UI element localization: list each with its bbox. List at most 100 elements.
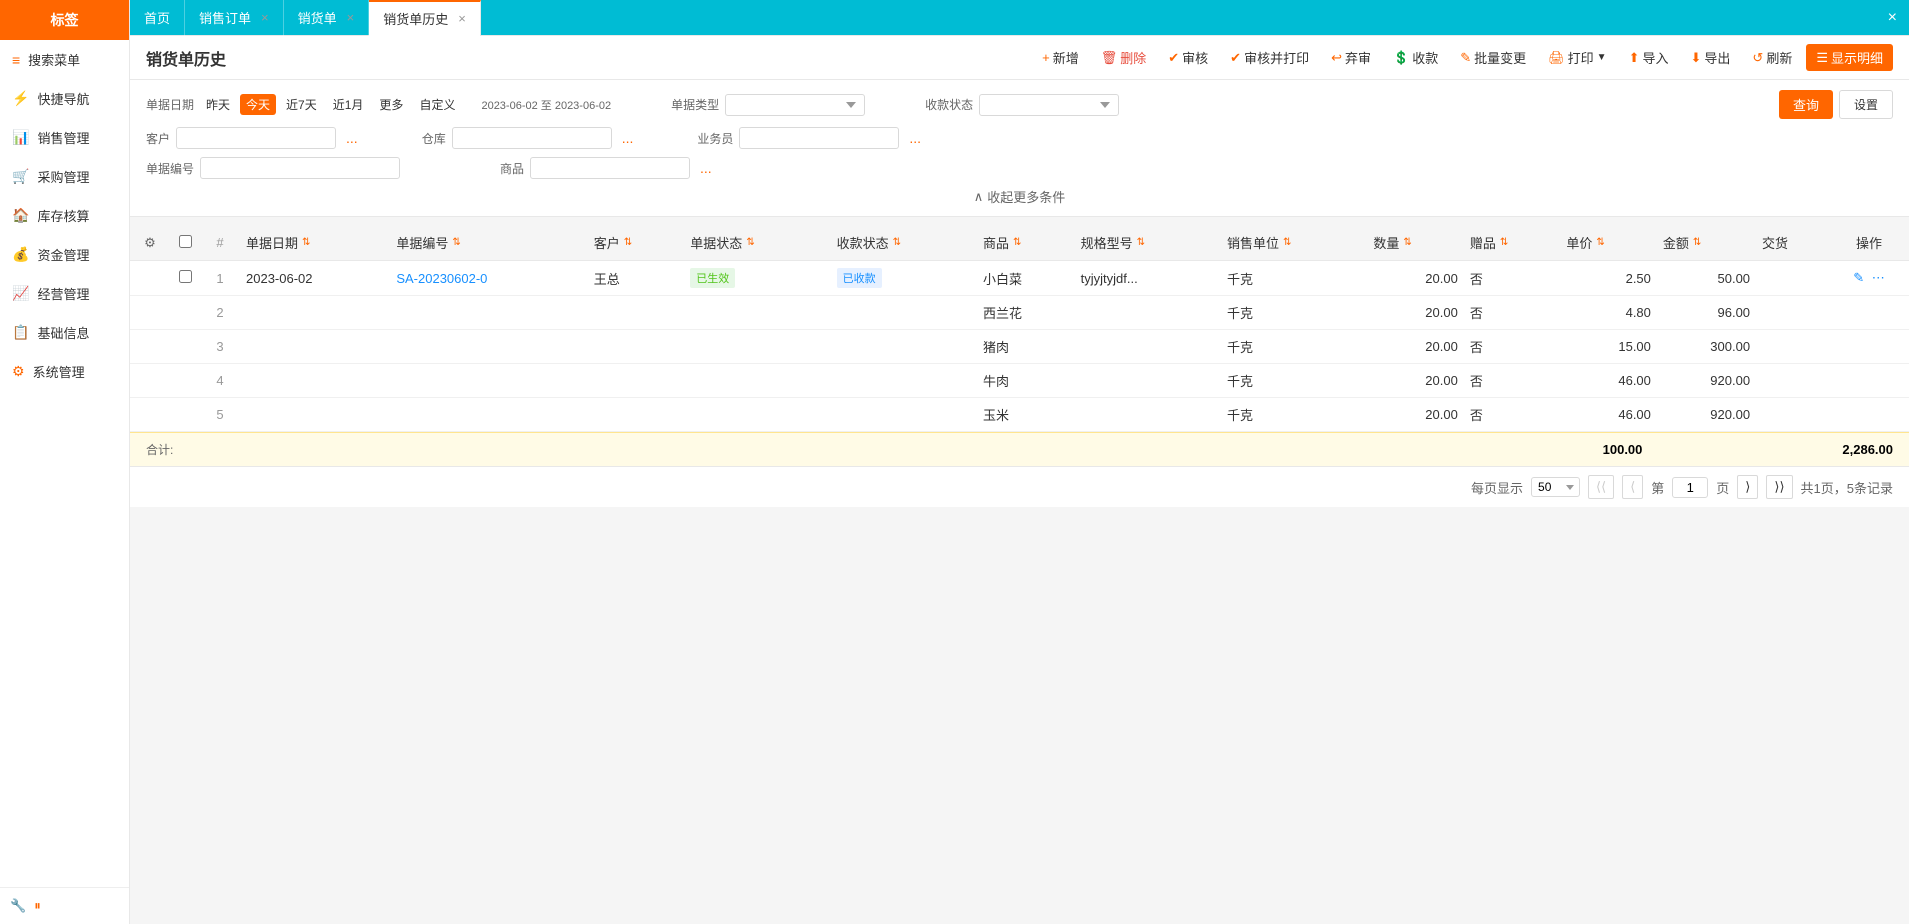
row3-spec: [1075, 330, 1221, 364]
sidebar-item-label: 快捷导航: [37, 89, 89, 108]
delete-button[interactable]: 🗑 删除: [1093, 44, 1155, 71]
row4-customer: [588, 364, 685, 398]
tab-sales-goods-close[interactable]: ×: [347, 10, 355, 25]
print-button[interactable]: 🖨 打印 ▼: [1540, 44, 1614, 71]
th-quantity[interactable]: 数量 ⇅: [1367, 225, 1464, 261]
th-settings[interactable]: ⚙: [130, 225, 170, 261]
sidebar-item-purchase-mgmt[interactable]: 🛒 采购管理: [0, 157, 129, 196]
settings-icon[interactable]: ⚙: [144, 235, 156, 250]
sidebar-item-search-menu[interactable]: ≡ 搜索菜单: [0, 40, 129, 79]
abandon-button[interactable]: ↩ 弃审: [1323, 44, 1379, 71]
select-all-checkbox[interactable]: [179, 235, 192, 248]
sidebar-item-sales-mgmt[interactable]: 📊 销售管理: [0, 118, 129, 157]
page-header: 销货单历史 + 新增 🗑 删除 ✔ 审核 ✔ 审核并打印: [130, 36, 1909, 80]
row1-more-btn[interactable]: ⋯: [1872, 270, 1885, 285]
employee-input[interactable]: [739, 127, 899, 149]
date-pill-1month[interactable]: 近1月: [327, 94, 370, 115]
row1-docno[interactable]: SA-20230602-0: [390, 261, 587, 296]
new-button[interactable]: + 新增: [1034, 44, 1087, 71]
quick-nav-icon: ⚡: [12, 90, 29, 107]
collapse-row: ∧ 收起更多条件: [146, 187, 1893, 206]
payment-select[interactable]: [979, 94, 1119, 116]
date-pill-7days[interactable]: 近7天: [280, 94, 323, 115]
sidebar-item-label: 销售管理: [37, 128, 89, 147]
customer-input[interactable]: [176, 127, 336, 149]
tab-sales-history[interactable]: 销货单历史 ×: [369, 0, 481, 36]
audit-print-button[interactable]: ✔ 审核并打印: [1222, 44, 1317, 71]
th-unitprice[interactable]: 单价 ⇅: [1560, 225, 1657, 261]
row3-settings: [130, 330, 170, 364]
refresh-button[interactable]: ↺ 刷新: [1744, 44, 1800, 71]
th-date[interactable]: 单据日期 ⇅: [240, 225, 390, 261]
row1-select[interactable]: [179, 270, 192, 283]
sidebar-footer-btn1[interactable]: 🔧: [10, 898, 26, 914]
tab-sales-goods-label: 销货单: [298, 8, 337, 27]
audit-button[interactable]: ✔ 审核: [1160, 44, 1216, 71]
tab-sales-history-close[interactable]: ×: [458, 11, 466, 26]
collapse-button[interactable]: ∧ 收起更多条件: [974, 187, 1066, 206]
th-salesunit[interactable]: 销售单位 ⇅: [1221, 225, 1367, 261]
filter-area: 单据日期 昨天 今天 近7天 近1月 更多 自定义 2023-06-02 至 2…: [130, 80, 1909, 217]
warehouse-input[interactable]: [452, 127, 612, 149]
query-button[interactable]: 查询: [1779, 90, 1833, 119]
th-actions-label: 操作: [1856, 236, 1882, 251]
next-page-btn[interactable]: ⟩: [1737, 475, 1758, 499]
th-gift-label: 赠品: [1470, 233, 1496, 252]
show-detail-button[interactable]: ☰ 显示明细: [1806, 44, 1893, 71]
employee-ellipsis[interactable]: ...: [905, 130, 925, 146]
first-page-btn[interactable]: ⟨⟨: [1588, 475, 1614, 499]
import-button[interactable]: ⬆ 导入: [1621, 44, 1677, 71]
batch-change-button[interactable]: ✎ 批量变更: [1452, 44, 1534, 71]
row1-salesunit: 千克: [1221, 261, 1367, 296]
page-number-input[interactable]: [1672, 477, 1708, 498]
filter-item-warehouse: 仓库 ...: [422, 127, 638, 149]
sidebar-item-quick-nav[interactable]: ⚡ 快捷导航: [0, 79, 129, 118]
collect-button[interactable]: 💲 收款: [1385, 44, 1446, 71]
row4-delivery: [1756, 364, 1829, 398]
th-goods[interactable]: 商品 ⇅: [977, 225, 1075, 261]
tab-sales-order-close[interactable]: ×: [261, 10, 269, 25]
filter-row-2: 客户 ... 仓库 ... 业务员 ...: [146, 127, 1893, 149]
goods-ellipsis[interactable]: ...: [696, 160, 716, 176]
row2-amount: 96.00: [1657, 296, 1756, 330]
row3-checkbox: [170, 330, 200, 364]
sidebar-item-basic-info[interactable]: 📋 基础信息: [0, 313, 129, 352]
row1-edit-btn[interactable]: ✎: [1853, 270, 1864, 285]
th-customer[interactable]: 客户 ⇅: [588, 225, 685, 261]
sidebar-footer: 🔧 ⏸: [0, 887, 129, 924]
customer-ellipsis[interactable]: ...: [342, 130, 362, 146]
sidebar-footer-btn2[interactable]: ⏸: [34, 898, 41, 914]
window-close-btn[interactable]: ×: [1876, 9, 1909, 27]
tab-home[interactable]: 首页: [130, 0, 185, 36]
th-status[interactable]: 单据状态 ⇅: [684, 225, 830, 261]
th-spec[interactable]: 规格型号 ⇅: [1075, 225, 1221, 261]
th-docno[interactable]: 单据编号 ⇅: [390, 225, 587, 261]
date-pill-custom[interactable]: 自定义: [413, 94, 461, 115]
sidebar-item-sys-mgmt[interactable]: ⚙ 系统管理: [0, 352, 129, 391]
page-size-select[interactable]: 50100: [1531, 477, 1580, 497]
last-page-btn[interactable]: ⟩⟩: [1766, 475, 1792, 499]
sidebar-item-ops-mgmt[interactable]: 📈 经营管理: [0, 274, 129, 313]
sidebar-item-fund-mgmt[interactable]: 💰 资金管理: [0, 235, 129, 274]
doc-type-select[interactable]: [725, 94, 865, 116]
page-title: 销货单历史: [146, 46, 1034, 70]
docno-input[interactable]: [200, 157, 400, 179]
th-checkbox[interactable]: [170, 225, 200, 261]
date-pill-today[interactable]: 今天: [240, 94, 276, 115]
goods-input[interactable]: [530, 157, 690, 179]
row5-date: [240, 398, 390, 432]
row1-checkbox[interactable]: [170, 261, 200, 296]
row1-docno-link[interactable]: SA-20230602-0: [396, 271, 487, 286]
tab-sales-goods[interactable]: 销货单 ×: [284, 0, 370, 36]
prev-page-btn[interactable]: ⟨: [1622, 475, 1643, 499]
th-amount[interactable]: 金额 ⇅: [1657, 225, 1756, 261]
tab-sales-order[interactable]: 销售订单 ×: [185, 0, 284, 36]
date-pill-more[interactable]: 更多: [373, 94, 409, 115]
sidebar-item-inventory-calc[interactable]: 🏠 库存核算: [0, 196, 129, 235]
set-button[interactable]: 设置: [1839, 90, 1893, 119]
warehouse-ellipsis[interactable]: ...: [618, 130, 638, 146]
th-gift[interactable]: 赠品 ⇅: [1464, 225, 1561, 261]
export-button[interactable]: ⬇ 导出: [1682, 44, 1738, 71]
date-pill-yesterday[interactable]: 昨天: [200, 94, 236, 115]
th-payment[interactable]: 收款状态 ⇅: [831, 225, 977, 261]
